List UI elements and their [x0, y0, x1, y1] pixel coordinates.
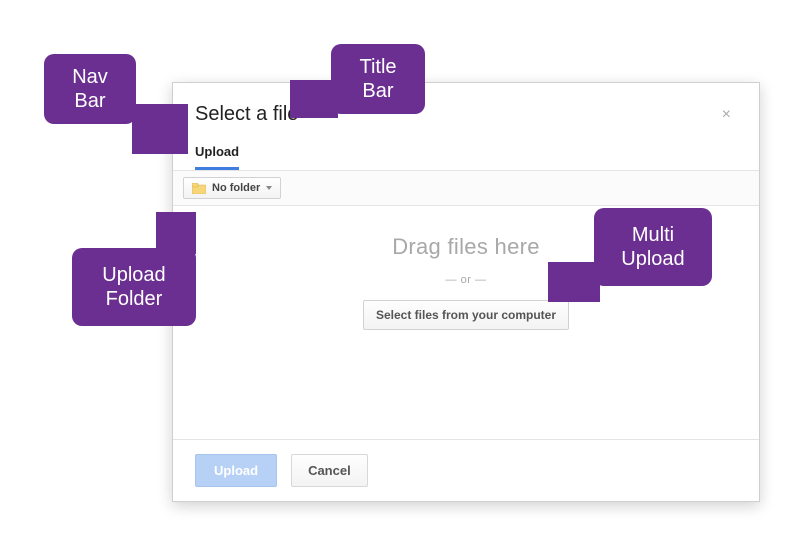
close-icon[interactable]: × [716, 104, 737, 126]
drag-files-text: Drag files here [392, 234, 540, 260]
nav-bar: Upload [173, 134, 759, 170]
upload-button[interactable]: Upload [195, 454, 277, 487]
dialog-footer: Upload Cancel [173, 439, 759, 501]
or-separator: — or — [446, 274, 487, 286]
folder-label: No folder [212, 182, 260, 194]
tab-upload[interactable]: Upload [195, 138, 239, 170]
annotation-nav-bar: Nav Bar [44, 54, 136, 124]
upload-dropzone[interactable]: Drag files here — or — Select files from… [173, 206, 759, 439]
dialog-title: Select a file [195, 103, 298, 126]
folder-icon [192, 183, 206, 194]
select-files-button[interactable]: Select files from your computer [363, 300, 569, 330]
title-bar: Select a file × [173, 83, 759, 134]
cancel-button[interactable]: Cancel [291, 454, 368, 487]
folder-select-button[interactable]: No folder [183, 177, 281, 199]
folder-bar: No folder [173, 170, 759, 206]
chevron-down-icon [266, 186, 272, 190]
file-picker-dialog: Select a file × Upload No folder Drag fi… [172, 82, 760, 502]
